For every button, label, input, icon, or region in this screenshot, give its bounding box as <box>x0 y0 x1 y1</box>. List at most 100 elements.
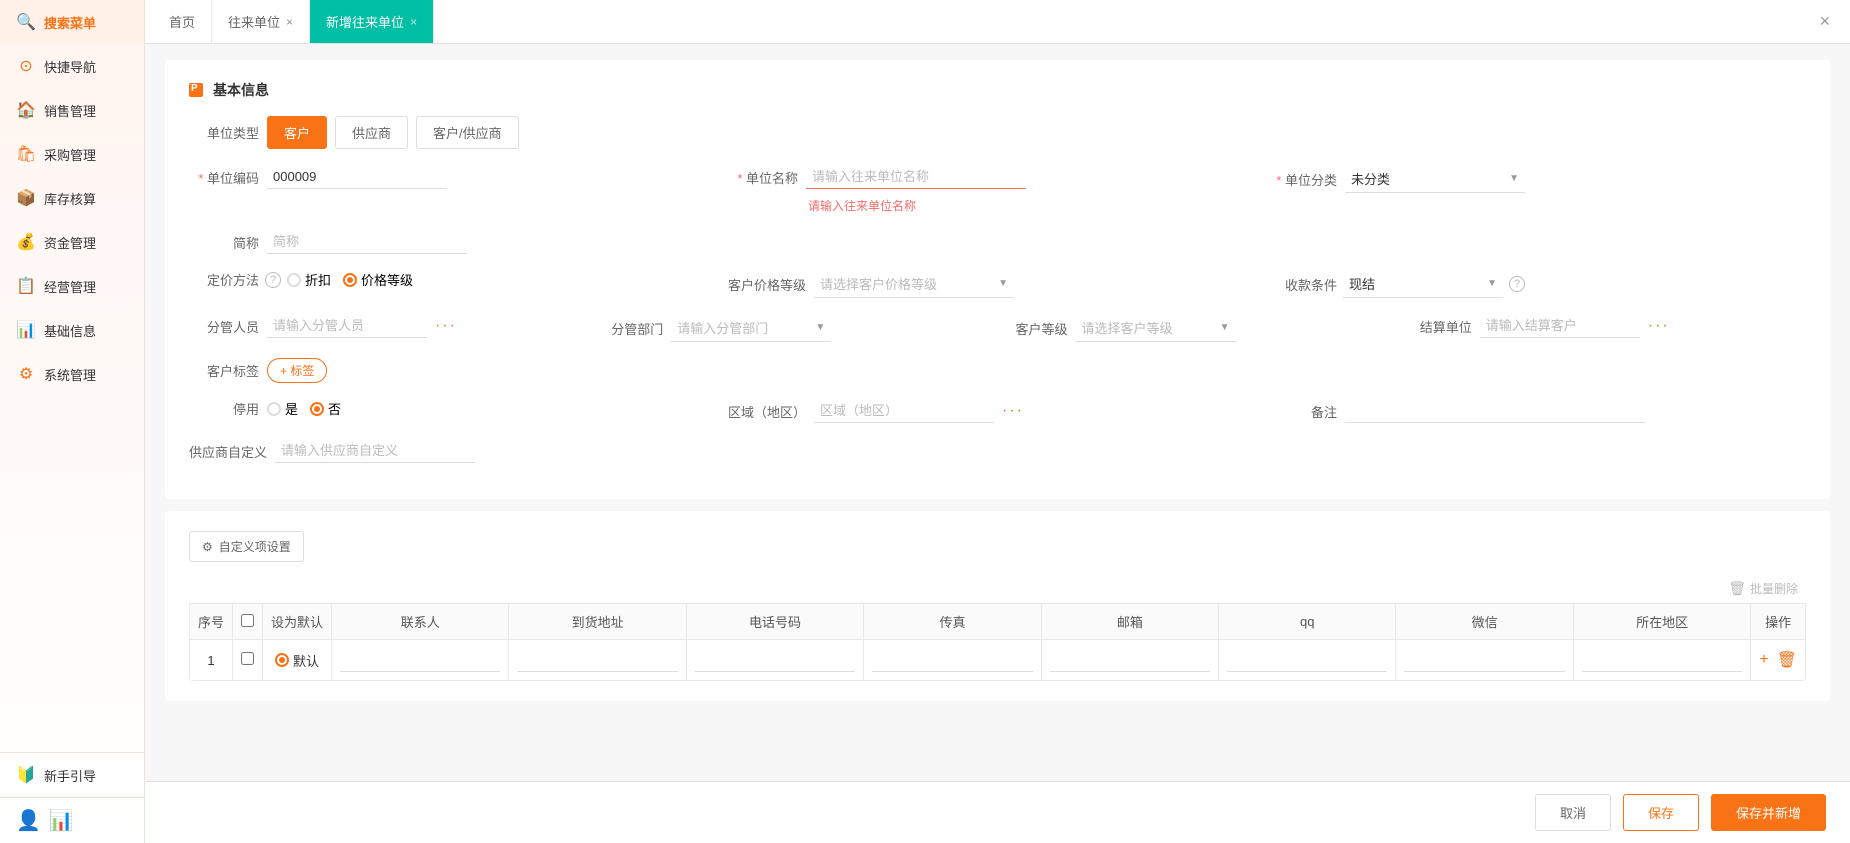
unit-type-both[interactable]: 客户/供应商 <box>416 116 519 149</box>
qq-input[interactable] <box>1227 648 1387 672</box>
unit-info-row: 单位编码 单位名称 请输入往来单位名称 单位分类 <box>189 165 1806 214</box>
sidebar-item-purchase[interactable]: 🛍 采购管理 <box>0 132 144 176</box>
address-input[interactable] <box>517 648 677 672</box>
wechat-input[interactable] <box>1404 648 1564 672</box>
contact-input[interactable] <box>340 648 500 672</box>
tab-new-partner[interactable]: 新增往来单位 × <box>310 0 434 43</box>
row-actions: + 🗑 <box>1751 640 1806 681</box>
save-button[interactable]: 保存 <box>1623 794 1699 831</box>
unit-name-group: 单位名称 请输入往来单位名称 <box>728 165 1267 214</box>
sidebar-item-quicknav[interactable]: ⊙ 快捷导航 <box>0 44 144 88</box>
unit-category-select[interactable]: 未分类 ▼ <box>1345 165 1525 193</box>
col-num: 序号 <box>190 604 233 640</box>
settlement-more-icon[interactable]: ··· <box>1648 317 1670 335</box>
inventory-icon: 📦 <box>16 188 36 208</box>
default-radio[interactable] <box>275 653 289 667</box>
fax-input[interactable] <box>872 648 1032 672</box>
delete-row-button[interactable]: 🗑 <box>1777 650 1797 670</box>
sidebar-item-inventory[interactable]: 📦 库存核算 <box>0 176 144 220</box>
row-select-checkbox[interactable] <box>241 652 254 665</box>
col-qq: qq <box>1219 604 1396 640</box>
customer-price-level-group: 客户价格等级 请选择客户价格等级 ▼ <box>728 270 1267 298</box>
row-fax <box>864 640 1041 681</box>
department-label: 分管部门 <box>593 319 663 338</box>
unit-type-row: 单位类型 客户 供应商 客户/供应商 <box>189 116 1806 149</box>
sidebar-item-operations[interactable]: 📋 经营管理 <box>0 264 144 308</box>
row-contact <box>332 640 509 681</box>
sidebar-item-search[interactable]: 🔍 搜索菜单 <box>0 0 144 44</box>
customer-level-select[interactable]: 请选择客户等级 ▼ <box>1076 314 1236 342</box>
unit-type-supplier[interactable]: 供应商 <box>335 116 408 149</box>
short-name-group: 简称 <box>189 230 1806 254</box>
manager-more-icon[interactable]: ··· <box>435 317 457 335</box>
manager-input[interactable] <box>267 314 427 338</box>
sales-icon: 🏠 <box>16 100 36 120</box>
short-name-label: 简称 <box>189 233 259 252</box>
radio-disabled-no[interactable]: 否 <box>310 399 341 418</box>
short-name-input[interactable] <box>267 230 467 254</box>
tab-home[interactable]: 首页 <box>153 0 212 43</box>
manager-group: 分管人员 ··· <box>189 314 593 338</box>
row-qq <box>1219 640 1396 681</box>
email-input[interactable] <box>1050 648 1210 672</box>
sidebar-item-sales[interactable]: 🏠 销售管理 <box>0 88 144 132</box>
row-location <box>1573 640 1750 681</box>
short-name-row: 简称 <box>189 230 1806 254</box>
customer-level-label: 客户等级 <box>998 319 1068 338</box>
location-input[interactable] <box>1582 648 1742 672</box>
col-checkbox <box>233 604 263 640</box>
add-tag-button[interactable]: + 标签 <box>267 358 327 383</box>
phone-input[interactable] <box>695 648 855 672</box>
close-all-tabs[interactable]: × <box>1807 11 1842 32</box>
section-title: 基本信息 <box>189 80 1806 100</box>
tab-new-partner-close[interactable]: × <box>410 15 417 29</box>
sidebar-item-newguide[interactable]: 🔰 新手引导 <box>0 752 144 797</box>
region-input[interactable] <box>814 399 994 423</box>
pricing-help-icon[interactable]: ? <box>265 272 281 288</box>
unit-code-input[interactable] <box>267 165 447 189</box>
region-group: 区域（地区） ··· <box>728 399 1267 423</box>
unit-type-customer[interactable]: 客户 <box>267 116 327 149</box>
save-and-new-button[interactable]: 保存并新增 <box>1711 794 1826 831</box>
supplier-custom-input[interactable] <box>275 439 475 463</box>
select-all-checkbox[interactable] <box>241 614 254 627</box>
main-area: 首页 往来单位 × 新增往来单位 × × 基本信息 单位类型 客户 <box>145 0 1850 843</box>
quicknav-icon: ⊙ <box>16 56 36 76</box>
footer: 取消 保存 保存并新增 <box>145 781 1850 843</box>
batch-delete-area: 🗑 批量删除 <box>189 574 1806 603</box>
chevron-down-icon2: ▼ <box>998 278 1008 289</box>
chevron-down-icon4: ▼ <box>815 322 825 333</box>
col-address: 到货地址 <box>509 604 686 640</box>
remark-input[interactable] <box>1345 399 1645 423</box>
payment-terms-select[interactable]: 现结 ▼ <box>1343 270 1503 298</box>
custom-settings-button[interactable]: ⚙ 自定义项设置 <box>189 531 304 562</box>
system-icon: ⚙ <box>16 364 36 384</box>
sidebar-item-system[interactable]: ⚙ 系统管理 <box>0 352 144 396</box>
department-placeholder: 请输入分管部门 <box>677 318 811 337</box>
tab-partner[interactable]: 往来单位 × <box>212 0 310 43</box>
customer-price-level-select[interactable]: 请选择客户价格等级 ▼ <box>814 270 1014 298</box>
radio-price-level[interactable]: 价格等级 <box>343 270 413 289</box>
batch-delete-label[interactable]: 批量删除 <box>1750 580 1798 597</box>
tab-partner-close[interactable]: × <box>286 15 293 29</box>
pricing-method-group: 定价方法 ? 折扣 价格等级 <box>189 270 728 289</box>
radio-disabled-yes[interactable]: 是 <box>267 399 298 418</box>
payment-terms-help-icon[interactable]: ? <box>1509 276 1525 292</box>
unit-type-buttons: 客户 供应商 客户/供应商 <box>267 116 519 149</box>
region-label: 区域（地区） <box>728 402 806 421</box>
settlement-unit-input[interactable] <box>1480 314 1640 338</box>
region-more-icon[interactable]: ··· <box>1002 402 1024 420</box>
user-icon[interactable]: 👤 <box>16 808 41 833</box>
batch-delete-icon: 🗑 <box>1728 580 1746 597</box>
department-select[interactable]: 请输入分管部门 ▼ <box>671 314 831 342</box>
pricing-row: 定价方法 ? 折扣 价格等级 客户价格等级 <box>189 270 1806 298</box>
stats-icon[interactable]: 📊 <box>49 808 74 833</box>
tab-bar: 首页 往来单位 × 新增往来单位 × × <box>145 0 1850 44</box>
radio-discount[interactable]: 折扣 <box>287 270 331 289</box>
sidebar-item-basic[interactable]: 📊 基础信息 <box>0 308 144 352</box>
newguide-icon: 🔰 <box>16 765 36 785</box>
unit-name-input[interactable] <box>806 165 1026 189</box>
add-row-button[interactable]: + <box>1759 651 1768 669</box>
cancel-button[interactable]: 取消 <box>1535 794 1611 831</box>
sidebar-item-finance[interactable]: 💰 资金管理 <box>0 220 144 264</box>
